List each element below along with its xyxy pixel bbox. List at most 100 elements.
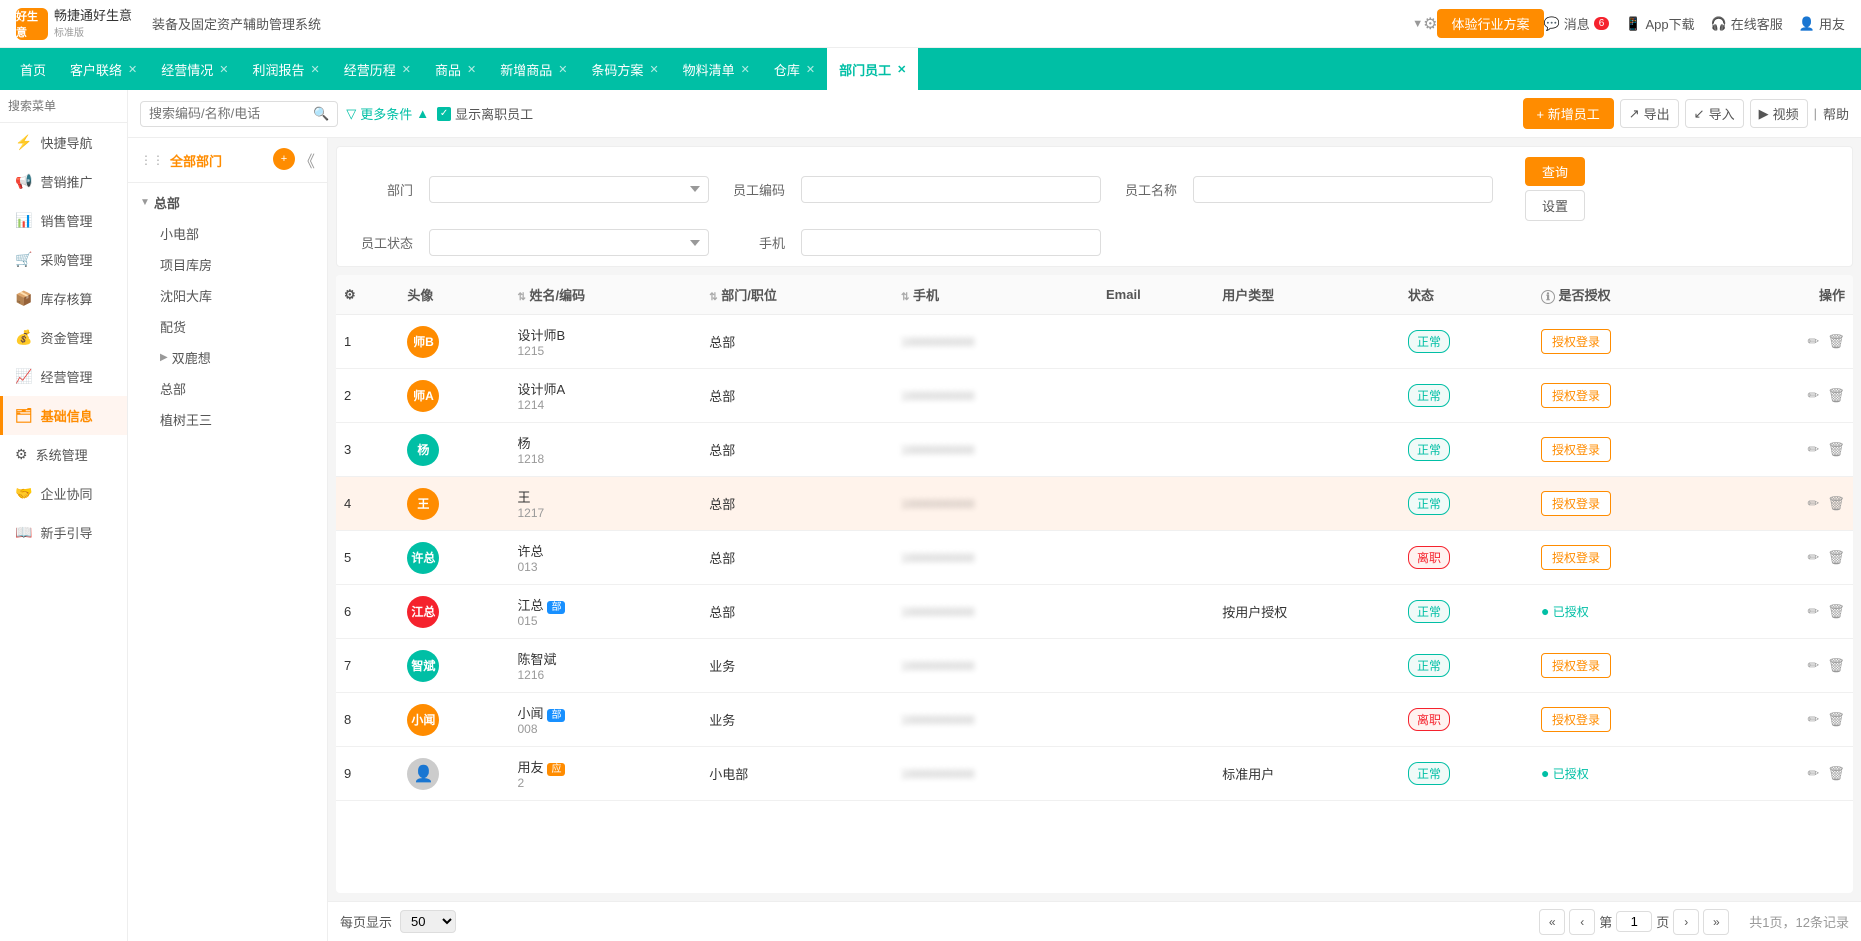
auth-btn[interactable]: 授权登录 [1541, 329, 1611, 354]
delete-icon[interactable]: 🗑 [1827, 549, 1845, 566]
status-filter-select[interactable] [429, 229, 709, 256]
edit-icon[interactable]: ✏ [1807, 441, 1819, 458]
tab-profit[interactable]: 利润报告 ✕ [240, 48, 331, 90]
message-btn[interactable]: 💬 消息 6 [1544, 14, 1610, 33]
help-btn[interactable]: 帮助 [1823, 104, 1849, 123]
sidebar-item-guide[interactable]: 📖 新手引导 [0, 513, 127, 552]
tab-business-close[interactable]: ✕ [219, 63, 228, 76]
delete-icon[interactable]: 🗑 [1827, 387, 1845, 404]
edit-icon[interactable]: ✏ [1807, 549, 1819, 566]
page-size-select[interactable]: 50 20 100 [400, 910, 456, 933]
auth-btn[interactable]: 授权登录 [1541, 653, 1611, 678]
tab-goods-close[interactable]: ✕ [467, 63, 476, 76]
dept-node-double[interactable]: ▶ 双鹿想 [128, 342, 327, 373]
tab-new-goods-close[interactable]: ✕ [558, 63, 567, 76]
sidebar-item-purchase[interactable]: 🛒 采购管理 [0, 240, 127, 279]
sidebar-item-marketing[interactable]: 📢 营销推广 [0, 162, 127, 201]
experience-btn[interactable]: 体验行业方案 [1437, 9, 1543, 38]
delete-icon[interactable]: 🗑 [1827, 495, 1845, 512]
dept-node-wangsam[interactable]: 植树王三 [128, 404, 327, 435]
tab-business[interactable]: 经营情况 ✕ [149, 48, 240, 90]
export-btn[interactable]: ↗ 导出 [1620, 99, 1679, 128]
search-input[interactable] [149, 106, 309, 121]
auth-btn[interactable]: 授权登录 [1541, 437, 1611, 462]
tab-profit-close[interactable]: ✕ [311, 63, 320, 76]
import-btn[interactable]: ↙ 导入 [1685, 99, 1744, 128]
query-btn[interactable]: 查询 [1525, 157, 1585, 186]
tab-new-goods[interactable]: 新增商品 ✕ [488, 48, 579, 90]
emp-name-input[interactable] [1193, 176, 1493, 203]
col-phone[interactable]: ⇅ 手机 [893, 275, 1098, 315]
edit-icon[interactable]: ✏ [1807, 333, 1819, 350]
delete-icon[interactable]: 🗑 [1827, 441, 1845, 458]
view-btn[interactable]: ▶ 视频 [1750, 99, 1808, 128]
delete-icon[interactable]: 🗑 [1827, 657, 1845, 674]
edit-icon[interactable]: ✏ [1807, 495, 1819, 512]
auth-btn[interactable]: 授权登录 [1541, 545, 1611, 570]
settings-icon[interactable]: ⚙ [1423, 14, 1437, 34]
tab-warehouse[interactable]: 仓库 ✕ [762, 48, 827, 90]
dept-collapse-btn[interactable]: 《 [299, 148, 315, 172]
tab-bom-close[interactable]: ✕ [741, 63, 750, 76]
page-input[interactable] [1616, 911, 1652, 932]
add-employee-btn[interactable]: + 新增员工 [1523, 98, 1614, 129]
delete-icon[interactable]: 🗑 [1827, 333, 1845, 350]
edit-icon[interactable]: ✏ [1807, 765, 1819, 782]
tab-customer[interactable]: 客户联络 ✕ [58, 48, 149, 90]
online-service-btn[interactable]: 🎧 在线客服 [1711, 14, 1783, 33]
dept-node-small-elec[interactable]: 小电部 [128, 218, 327, 249]
dept-node-hq[interactable]: 总部 [128, 373, 327, 404]
tab-process[interactable]: 经营历程 ✕ [332, 48, 423, 90]
user-menu[interactable]: 👤 用友 [1799, 14, 1845, 33]
tab-warehouse-close[interactable]: ✕ [806, 63, 815, 76]
emp-code-input[interactable] [801, 176, 1101, 203]
col-settings[interactable]: ⚙ [336, 275, 399, 315]
edit-icon[interactable]: ✏ [1807, 711, 1819, 728]
tab-dept-staff-close[interactable]: ✕ [897, 63, 906, 76]
first-page-btn[interactable]: « [1539, 909, 1565, 935]
auth-info-icon[interactable]: ℹ [1541, 290, 1555, 304]
show-resigned-toggle[interactable]: ✓ 显示离职员工 [437, 104, 533, 123]
auth-btn[interactable]: 授权登录 [1541, 707, 1611, 732]
tab-bom[interactable]: 物料清单 ✕ [671, 48, 762, 90]
edit-icon[interactable]: ✏ [1807, 657, 1819, 674]
phone-input[interactable] [801, 229, 1101, 256]
delete-icon[interactable]: 🗑 [1827, 711, 1845, 728]
sidebar-item-sales[interactable]: 📊 销售管理 [0, 201, 127, 240]
tab-barcode-close[interactable]: ✕ [649, 63, 658, 76]
last-page-btn[interactable]: » [1703, 909, 1729, 935]
auth-btn[interactable]: 授权登录 [1541, 491, 1611, 516]
sidebar-search-input[interactable] [8, 99, 128, 113]
dept-node-dispatch[interactable]: 配货 [128, 311, 327, 342]
sidebar-item-basic-info[interactable]: 🗂 基础信息 [0, 396, 127, 435]
tab-dept-staff[interactable]: 部门员工 ✕ [827, 48, 918, 90]
sidebar-item-collab[interactable]: 🤝 企业协同 [0, 474, 127, 513]
sidebar-item-operation[interactable]: 📈 经营管理 [0, 357, 127, 396]
edit-icon[interactable]: ✏ [1807, 387, 1819, 404]
tab-barcode[interactable]: 条码方案 ✕ [579, 48, 670, 90]
dept-add-btn[interactable]: + [273, 148, 295, 170]
sidebar-item-quick-nav[interactable]: ⚡ 快捷导航 [0, 123, 127, 162]
app-download-btn[interactable]: 📱 App下载 [1625, 14, 1694, 33]
edit-icon[interactable]: ✏ [1807, 603, 1819, 620]
dept-filter-select[interactable] [429, 176, 709, 203]
tab-goods[interactable]: 商品 ✕ [423, 48, 488, 90]
dept-all-label[interactable]: 全部部门 [170, 151, 269, 170]
system-dropdown-icon[interactable]: ▼ [1412, 18, 1423, 30]
next-page-btn[interactable]: › [1673, 909, 1699, 935]
tab-customer-close[interactable]: ✕ [128, 63, 137, 76]
col-dept[interactable]: ⇅ 部门/职位 [701, 275, 893, 315]
more-filter-btn[interactable]: ▽ 更多条件 ▲ [346, 104, 429, 123]
sidebar-item-system[interactable]: ⚙ 系统管理 [0, 435, 127, 474]
tab-home[interactable]: 首页 [8, 48, 58, 90]
dept-node-shenyang[interactable]: 沈阳大库 [128, 280, 327, 311]
tab-process-close[interactable]: ✕ [402, 63, 411, 76]
delete-icon[interactable]: 🗑 [1827, 603, 1845, 620]
auth-btn[interactable]: 授权登录 [1541, 383, 1611, 408]
dept-node-hq-parent[interactable]: ▼ 总部 [128, 187, 327, 218]
sidebar-item-inventory[interactable]: 📦 库存核算 [0, 279, 127, 318]
dept-node-project[interactable]: 项目库房 [128, 249, 327, 280]
delete-icon[interactable]: 🗑 [1827, 765, 1845, 782]
prev-page-btn[interactable]: ‹ [1569, 909, 1595, 935]
col-name[interactable]: ⇅ 姓名/编码 [509, 275, 701, 315]
